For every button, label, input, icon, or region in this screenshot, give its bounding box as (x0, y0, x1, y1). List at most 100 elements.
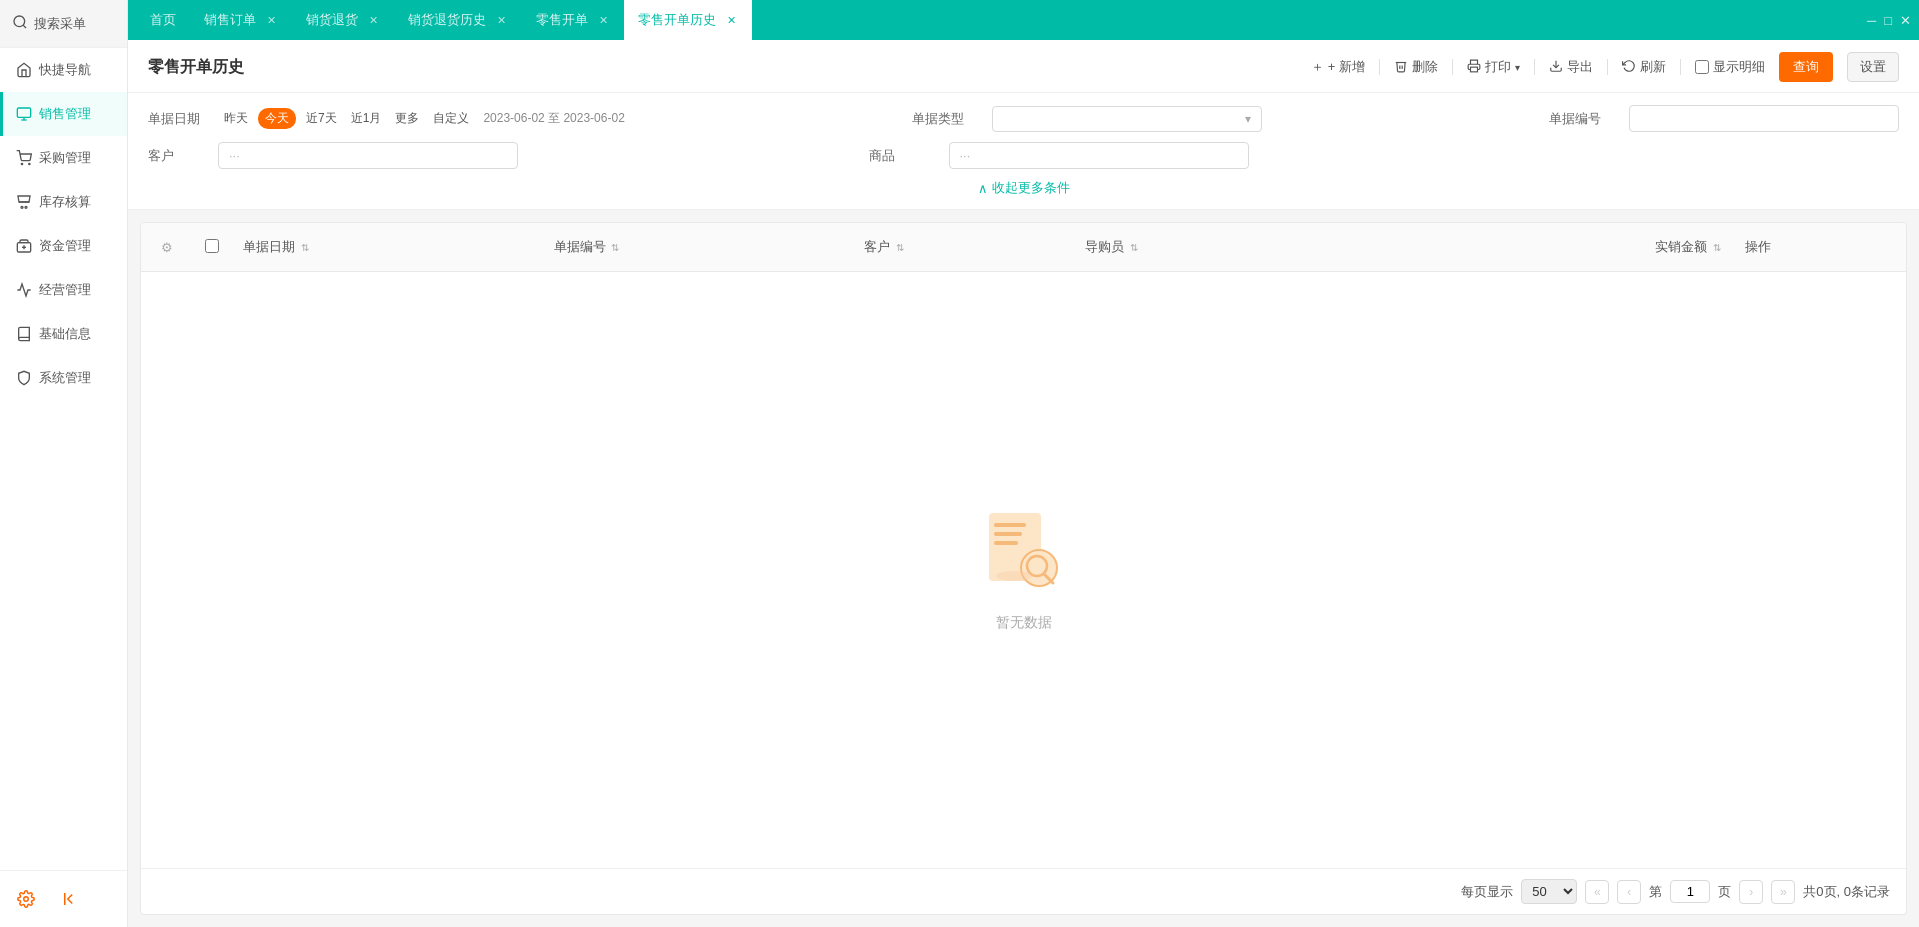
divider (1680, 59, 1681, 75)
date-shortcuts: 昨天 今天 近7天 近1月 更多 自定义 2023-06-02 至 2023-0… (220, 108, 625, 129)
last-page-btn[interactable]: » (1771, 880, 1795, 904)
system-icon (15, 369, 33, 387)
select-all-checkbox[interactable] (205, 239, 219, 253)
refresh-button[interactable]: 刷新 (1622, 58, 1666, 76)
first-page-btn[interactable]: « (1585, 880, 1609, 904)
print-label: 打印 (1485, 58, 1511, 76)
main-area: 首页 销售订单 ✕ 销货退货 ✕ 销货退货历史 ✕ 零售开单 ✕ 零售开单历史 … (128, 0, 1919, 927)
empty-text: 暂无数据 (996, 614, 1052, 632)
tab-retail-open-history[interactable]: 零售开单历史 ✕ (624, 0, 752, 40)
table-settings-icon[interactable]: ⚙ (153, 233, 181, 261)
next-page-btn[interactable]: › (1739, 880, 1763, 904)
query-button[interactable]: 查询 (1779, 52, 1833, 82)
divider (1452, 59, 1453, 75)
maximize-btn[interactable]: □ (1884, 13, 1892, 28)
col-guide-label: 导购员 (1085, 239, 1124, 254)
page-input[interactable] (1670, 880, 1710, 903)
tab-close-icon[interactable]: ✕ (596, 13, 610, 27)
col-amount[interactable]: 实销金额 ⇅ (1422, 223, 1733, 272)
collapse-sidebar-btn[interactable] (56, 885, 84, 913)
tab-close-icon[interactable]: ✕ (494, 13, 508, 27)
sidebar-item-label: 资金管理 (39, 237, 91, 255)
per-page-select[interactable]: 50 10 20 100 (1521, 879, 1577, 904)
sidebar-item-label: 库存核算 (39, 193, 91, 211)
sidebar-item-finance[interactable]: 资金管理 (0, 224, 127, 268)
tab-retail-open[interactable]: 零售开单 ✕ (522, 0, 624, 40)
sidebar-item-basic-info[interactable]: 基础信息 (0, 312, 127, 356)
sidebar-item-inventory[interactable]: 库存核算 (0, 180, 127, 224)
filter-bar: 单据日期 昨天 今天 近7天 近1月 更多 自定义 2023-06-02 至 2… (128, 93, 1919, 210)
sidebar-item-purchase-mgmt[interactable]: 采购管理 (0, 136, 127, 180)
col-customer[interactable]: 客户 ⇅ (852, 223, 1073, 272)
tab-sales-order[interactable]: 销售订单 ✕ (190, 0, 292, 40)
date-shortcut-custom[interactable]: 自定义 (429, 108, 473, 129)
col-date[interactable]: 单据日期 ⇅ (231, 223, 542, 272)
svg-point-0 (14, 16, 25, 27)
date-shortcut-today[interactable]: 今天 (258, 108, 296, 129)
tab-close-icon[interactable]: ✕ (366, 13, 380, 27)
minimize-btn[interactable]: ─ (1867, 13, 1876, 28)
svg-rect-19 (994, 541, 1018, 545)
checkbox-col (193, 223, 231, 272)
date-shortcut-yesterday[interactable]: 昨天 (220, 108, 252, 129)
collapse-label: 收起更多条件 (992, 179, 1070, 197)
tab-label: 销售订单 (204, 11, 256, 29)
close-btn[interactable]: ✕ (1900, 13, 1911, 28)
sidebar-item-sys-mgmt[interactable]: 系统管理 (0, 356, 127, 400)
sidebar-item-quick-nav[interactable]: 快捷导航 (0, 48, 127, 92)
print-arrow-icon: ▾ (1515, 62, 1520, 73)
finance-icon (15, 237, 33, 255)
display-detail-checkbox[interactable]: 显示明细 (1695, 58, 1765, 76)
sidebar-item-label: 销售管理 (39, 105, 91, 123)
svg-point-6 (29, 163, 30, 164)
divider (1607, 59, 1608, 75)
total-info: 共0页, 0条记录 (1803, 883, 1890, 901)
sidebar-item-operations[interactable]: 经营管理 (0, 268, 127, 312)
date-shortcut-last1m[interactable]: 近1月 (347, 108, 386, 129)
sidebar-item-label: 系统管理 (39, 369, 91, 387)
col-spacer (1339, 223, 1422, 272)
svg-point-12 (24, 897, 29, 902)
operations-icon (15, 281, 33, 299)
add-icon: ＋ (1311, 58, 1324, 76)
add-button[interactable]: ＋ + 新增 (1311, 58, 1365, 76)
print-icon (1467, 59, 1481, 76)
divider (1379, 59, 1380, 75)
chevron-down-icon: ▾ (1245, 112, 1251, 126)
tab-sales-return-history[interactable]: 销货退货历史 ✕ (394, 0, 522, 40)
date-shortcut-more[interactable]: 更多 (391, 108, 423, 129)
col-guide[interactable]: 导购员 ⇅ (1073, 223, 1339, 272)
tab-sales-return[interactable]: 销货退货 ✕ (292, 0, 394, 40)
collapse-filter-bar[interactable]: ∧ 收起更多条件 (148, 179, 1899, 197)
prev-page-btn[interactable]: ‹ (1617, 880, 1641, 904)
tab-label: 首页 (150, 11, 176, 29)
export-button[interactable]: 导出 (1549, 58, 1593, 76)
customer-select[interactable]: ··· (218, 142, 518, 169)
sidebar-search[interactable]: 搜索采单 (0, 0, 127, 48)
page-title: 零售开单历史 (148, 57, 244, 78)
delete-button[interactable]: 删除 (1394, 58, 1438, 76)
home-icon (15, 61, 33, 79)
svg-point-5 (21, 163, 22, 164)
query-label: 查询 (1793, 58, 1819, 76)
settings-filter-button[interactable]: 设置 (1847, 52, 1899, 82)
svg-point-7 (21, 206, 23, 208)
sidebar-footer (0, 870, 127, 927)
col-action: 操作 (1733, 223, 1906, 272)
print-button[interactable]: 打印 ▾ (1467, 58, 1520, 76)
tab-close-icon[interactable]: ✕ (724, 13, 738, 27)
sidebar-item-label: 基础信息 (39, 325, 91, 343)
date-shortcut-last7[interactable]: 近7天 (302, 108, 341, 129)
sidebar-item-sales-mgmt[interactable]: 销售管理 (0, 92, 127, 136)
add-label: + 新增 (1328, 58, 1365, 76)
display-detail-check[interactable] (1695, 60, 1709, 74)
doc-type-select[interactable]: ▾ (992, 106, 1262, 132)
product-select[interactable]: ··· (949, 142, 1249, 169)
tab-close-icon[interactable]: ✕ (264, 13, 278, 27)
col-no[interactable]: 单据编号 ⇅ (542, 223, 853, 272)
settings-btn[interactable] (12, 885, 40, 913)
doc-no-input[interactable] (1629, 105, 1899, 132)
svg-line-1 (23, 25, 26, 28)
tab-bar: 首页 销售订单 ✕ 销货退货 ✕ 销货退货历史 ✕ 零售开单 ✕ 零售开单历史 … (128, 0, 1919, 40)
tab-home[interactable]: 首页 (136, 0, 190, 40)
